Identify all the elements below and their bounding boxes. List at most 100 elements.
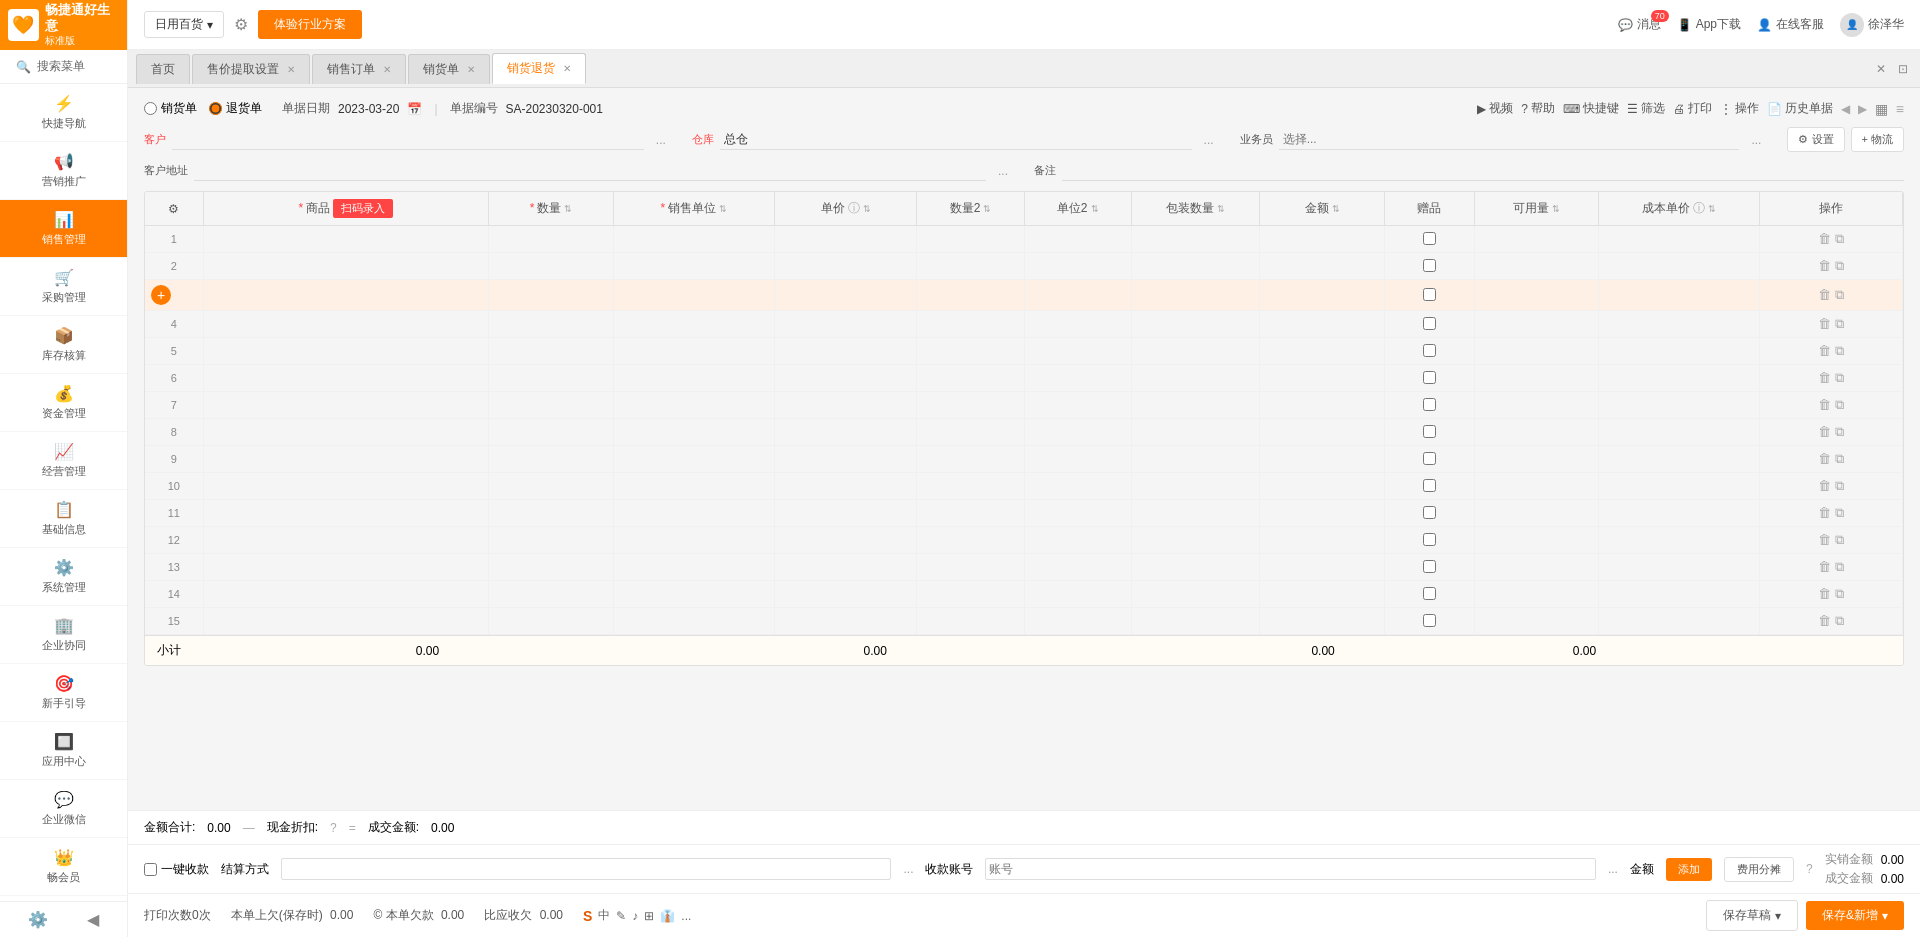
unit2-cell[interactable]: [1024, 446, 1131, 473]
save-draft-btn[interactable]: 保存草稿 ▾: [1706, 900, 1798, 931]
copy-icon[interactable]: ⧉: [1835, 231, 1844, 247]
cost-price-cell[interactable]: [1599, 280, 1760, 311]
amount-cell[interactable]: [1260, 392, 1385, 419]
copy-icon[interactable]: ⧉: [1835, 505, 1844, 521]
next-record-icon[interactable]: ▶: [1858, 102, 1867, 116]
calendar-icon[interactable]: 📅: [407, 102, 422, 116]
copy-icon[interactable]: ⧉: [1835, 478, 1844, 494]
salesperson-input[interactable]: [1279, 129, 1740, 150]
unit-price-cell[interactable]: [774, 500, 917, 527]
radio-sale-input[interactable]: [144, 102, 157, 115]
radio-return-input[interactable]: [209, 102, 222, 115]
qty2-cell[interactable]: [917, 280, 1024, 311]
add-row-btn[interactable]: +: [151, 285, 171, 305]
product-cell[interactable]: [203, 527, 489, 554]
cost-price-cell[interactable]: [1599, 500, 1760, 527]
unit-price-cell[interactable]: [774, 226, 917, 253]
operate-action[interactable]: ⋮ 操作: [1720, 100, 1759, 117]
quantity-cell[interactable]: [489, 226, 614, 253]
sidebar-item-system[interactable]: ⚙️ 系统管理: [0, 548, 127, 606]
available-cell[interactable]: [1474, 581, 1599, 608]
sidebar-item-basic[interactable]: 📋 基础信息: [0, 490, 127, 548]
collapse-icon[interactable]: ◀: [87, 910, 99, 929]
available-cell[interactable]: [1474, 280, 1599, 311]
salesperson-dots[interactable]: ...: [1745, 131, 1767, 149]
sales-unit-cell[interactable]: [614, 527, 775, 554]
cost-price-cell[interactable]: [1599, 311, 1760, 338]
trial-btn[interactable]: 体验行业方案: [258, 10, 362, 39]
delete-icon[interactable]: 🗑: [1818, 451, 1831, 467]
amount-cell[interactable]: [1260, 338, 1385, 365]
qty2-cell[interactable]: [917, 581, 1024, 608]
cost-price-cell[interactable]: [1599, 554, 1760, 581]
quantity-cell[interactable]: [489, 253, 614, 280]
calc-dots[interactable]: ...: [903, 862, 913, 876]
amount-cell[interactable]: [1260, 419, 1385, 446]
online-service-button[interactable]: 👤 在线客服: [1757, 16, 1824, 33]
product-cell[interactable]: [203, 280, 489, 311]
tab-sales-order[interactable]: 销售订单 ✕: [312, 54, 406, 84]
sidebar-item-shortcut[interactable]: ⚡ 快捷导航: [0, 84, 127, 142]
qty2-cell[interactable]: [917, 608, 1024, 635]
tab-close-icon[interactable]: ✕: [467, 64, 475, 75]
sales-unit-cell[interactable]: [614, 253, 775, 280]
sidebar-item-operations[interactable]: 📈 经营管理: [0, 432, 127, 490]
available-cell[interactable]: [1474, 473, 1599, 500]
product-cell[interactable]: [203, 338, 489, 365]
available-cell[interactable]: [1474, 253, 1599, 280]
available-cell[interactable]: [1474, 500, 1599, 527]
gift-checkbox[interactable]: [1423, 288, 1436, 301]
gift-checkbox[interactable]: [1423, 506, 1436, 519]
copy-icon[interactable]: ⧉: [1835, 424, 1844, 440]
quantity-cell[interactable]: [489, 280, 614, 311]
amount-cell[interactable]: [1260, 253, 1385, 280]
pkg-qty-cell[interactable]: [1131, 554, 1260, 581]
unit2-cell[interactable]: [1024, 253, 1131, 280]
gift-checkbox[interactable]: [1423, 560, 1436, 573]
gift-checkbox[interactable]: [1423, 425, 1436, 438]
cost-price-cell[interactable]: [1599, 226, 1760, 253]
split-btn[interactable]: 费用分摊: [1724, 857, 1794, 882]
unit-price-cell[interactable]: [774, 581, 917, 608]
sales-unit-cell[interactable]: [614, 280, 775, 311]
sales-unit-cell[interactable]: [614, 608, 775, 635]
settings-btn[interactable]: ⚙ 设置: [1787, 127, 1844, 152]
sidebar-item-sales[interactable]: 📊 销售管理: [0, 200, 127, 258]
qty2-cell[interactable]: [917, 500, 1024, 527]
quantity-cell[interactable]: [489, 473, 614, 500]
sort-icon[interactable]: ⇅: [1552, 204, 1560, 214]
col-settings-icon[interactable]: ⚙: [168, 202, 179, 216]
close-tab-icon[interactable]: ✕: [1872, 58, 1890, 80]
gift-cell[interactable]: [1385, 338, 1474, 365]
cost-price-cell[interactable]: [1599, 608, 1760, 635]
product-cell[interactable]: [203, 365, 489, 392]
amount-cell[interactable]: [1260, 581, 1385, 608]
pkg-qty-cell[interactable]: [1131, 311, 1260, 338]
amount-cell[interactable]: [1260, 280, 1385, 311]
gift-checkbox[interactable]: [1423, 317, 1436, 330]
product-cell[interactable]: [203, 392, 489, 419]
delete-icon[interactable]: 🗑: [1818, 505, 1831, 521]
delete-icon[interactable]: 🗑: [1818, 370, 1831, 386]
sidebar-item-finance[interactable]: 💰 资金管理: [0, 374, 127, 432]
sales-unit-cell[interactable]: [614, 365, 775, 392]
gift-checkbox[interactable]: [1423, 587, 1436, 600]
sort-icon[interactable]: ⇅: [863, 204, 871, 214]
gift-cell[interactable]: [1385, 311, 1474, 338]
address-input[interactable]: [194, 160, 986, 181]
unit-price-cell[interactable]: [774, 446, 917, 473]
gift-checkbox[interactable]: [1423, 398, 1436, 411]
product-cell[interactable]: [203, 581, 489, 608]
account-input[interactable]: [985, 858, 1595, 880]
cost-price-cell[interactable]: [1599, 527, 1760, 554]
cost-price-cell[interactable]: [1599, 365, 1760, 392]
pkg-qty-cell[interactable]: [1131, 473, 1260, 500]
video-action[interactable]: ▶ 视频: [1477, 100, 1513, 117]
sort-icon[interactable]: ⇅: [1708, 204, 1716, 214]
product-cell[interactable]: [203, 554, 489, 581]
pkg-qty-cell[interactable]: [1131, 581, 1260, 608]
cost-price-cell[interactable]: [1599, 338, 1760, 365]
tab-sales-delivery[interactable]: 销货单 ✕: [408, 54, 490, 84]
unit-price-cell[interactable]: [774, 554, 917, 581]
qty2-cell[interactable]: [917, 446, 1024, 473]
